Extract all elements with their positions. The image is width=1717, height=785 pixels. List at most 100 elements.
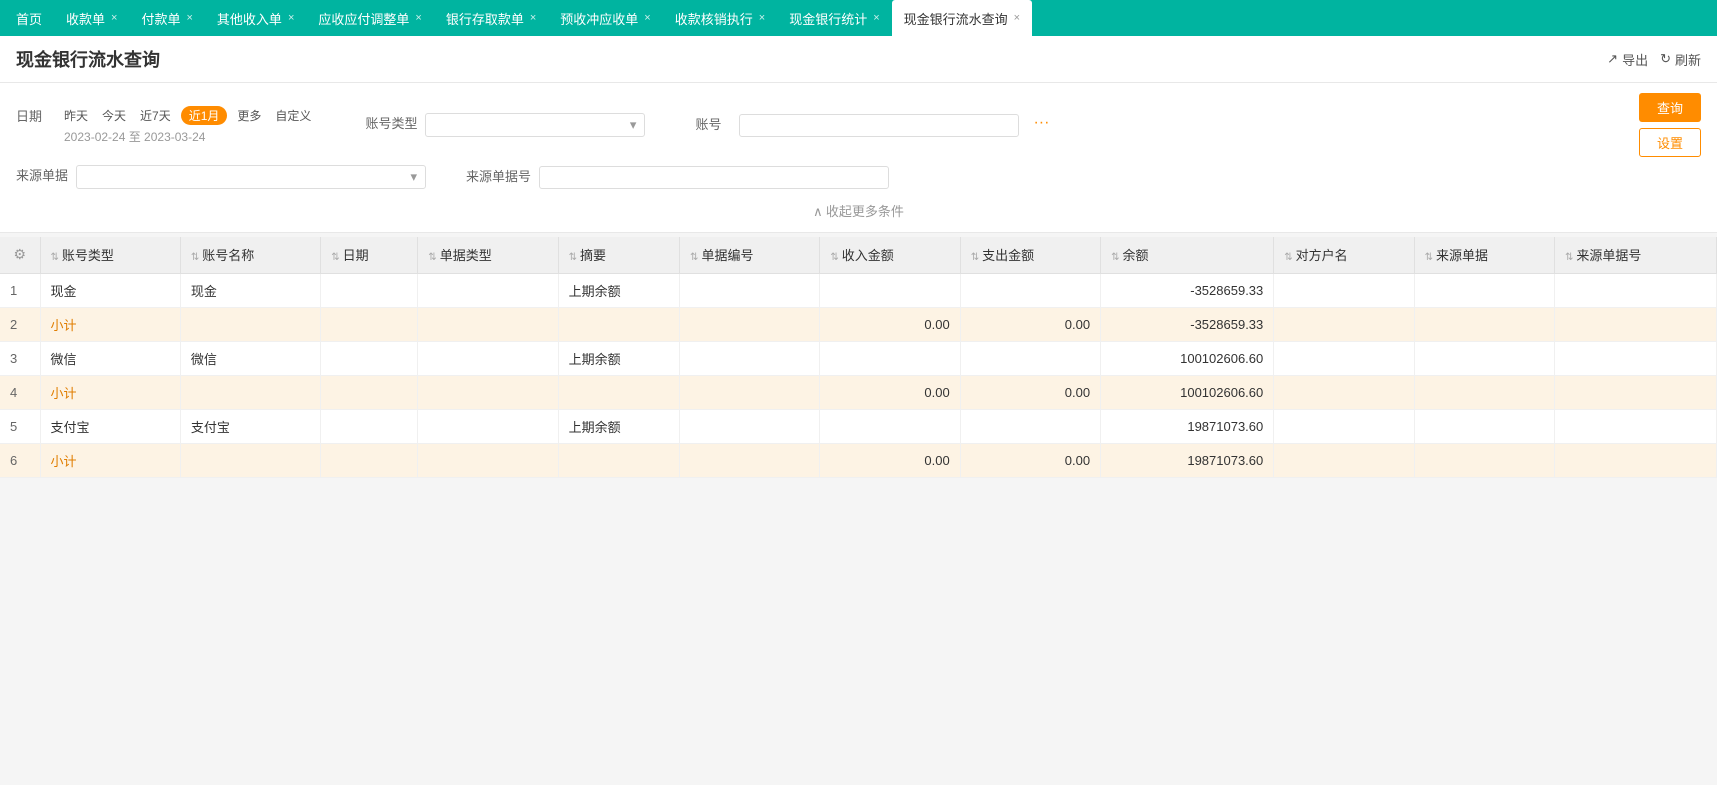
close-icon[interactable]: × [644, 12, 650, 24]
date-opt-7days[interactable]: 近7天 [136, 106, 175, 125]
date-filter-block: 日期 昨天 今天 近7天 近1月 更多 自定义 2023-02-24 至 202… [16, 106, 315, 145]
account-type-select[interactable]: ▾ [425, 113, 645, 137]
cell-summary: 上期余额 [558, 273, 679, 307]
date-opt-more[interactable]: 更多 [233, 106, 265, 125]
nav-item-other-income[interactable]: 其他收入单 × [205, 0, 306, 36]
date-opt-1month[interactable]: 近1月 [181, 106, 228, 125]
close-icon[interactable]: × [415, 12, 421, 24]
filter-area: 日期 昨天 今天 近7天 近1月 更多 自定义 2023-02-24 至 202… [0, 83, 1717, 233]
close-icon[interactable]: × [530, 12, 536, 24]
cell-doc-num [680, 341, 820, 375]
page-title: 现金银行流水查询 [16, 46, 160, 72]
cell-doc-type [418, 443, 558, 477]
cell-expense: 0.00 [960, 307, 1100, 341]
query-button[interactable]: 查询 [1639, 93, 1701, 122]
cell-account-name [180, 375, 320, 409]
cell-doc-num [680, 375, 820, 409]
close-icon[interactable]: × [1014, 12, 1020, 24]
cell-balance: 100102606.60 [1101, 341, 1274, 375]
refresh-icon: ↻ [1660, 51, 1671, 67]
col-expense: ⇅支出金额 [960, 237, 1100, 273]
account-type-filter-block: 账号类型 ▾ [365, 113, 645, 137]
col-account-name: ⇅账号名称 [180, 237, 320, 273]
nav-item-payment[interactable]: 付款单 × [129, 0, 204, 36]
nav-item-ar-ap-adjust[interactable]: 应收应付调整单 × [306, 0, 433, 36]
cell-source-doc [1414, 273, 1554, 307]
account-type-label: 账号类型 [365, 113, 417, 132]
cell-doc-num [680, 443, 820, 477]
cell-date [321, 409, 418, 443]
date-opt-yesterday[interactable]: 昨天 [60, 106, 92, 125]
cell-balance: 19871073.60 [1101, 409, 1274, 443]
col-balance: ⇅余额 [1101, 237, 1274, 273]
cell-summary: 上期余额 [558, 341, 679, 375]
close-icon[interactable]: × [111, 12, 117, 24]
cell-counterpart [1274, 273, 1414, 307]
cell-counterpart [1274, 375, 1414, 409]
nav-item-receipt[interactable]: 收款单 × [54, 0, 129, 36]
gear-icon[interactable]: ⚙ [13, 246, 26, 262]
account-input[interactable] [739, 114, 1019, 137]
cell-doc-type [418, 273, 558, 307]
date-opt-custom[interactable]: 自定义 [271, 106, 315, 125]
table-row: 3微信微信上期余额100102606.60 [0, 341, 1717, 375]
filter-row-2: 来源单据 ▾ 来源单据号 [16, 165, 1701, 189]
cell-source-doc [1414, 409, 1554, 443]
cell-counterpart [1274, 307, 1414, 341]
cell-doc-type [418, 409, 558, 443]
nav-item-cash-bank-flow[interactable]: 现金银行流水查询 × [892, 0, 1032, 36]
cell-account-name: 现金 [180, 273, 320, 307]
col-gear: ⚙ [0, 237, 40, 273]
row-number: 3 [0, 341, 40, 375]
settings-button[interactable]: 设置 [1639, 128, 1701, 157]
cell-balance: 100102606.60 [1101, 375, 1274, 409]
cell-account-type: 微信 [40, 341, 180, 375]
col-source-doc-num: ⇅来源单据号 [1554, 237, 1716, 273]
nav-item-prepay-offset[interactable]: 预收冲应收单 × [548, 0, 662, 36]
cell-summary [558, 307, 679, 341]
cell-counterpart [1274, 341, 1414, 375]
source-doc-value [85, 170, 89, 185]
source-doc-num-input[interactable] [539, 166, 889, 189]
cell-account-type: 小计 [40, 307, 180, 341]
export-icon: ↗ [1607, 51, 1618, 67]
row-number: 5 [0, 409, 40, 443]
more-dots-icon[interactable]: ··· [1033, 114, 1049, 132]
refresh-button[interactable]: ↻ 刷新 [1660, 50, 1701, 69]
nav-item-bank-deposit[interactable]: 银行存取款单 × [434, 0, 548, 36]
table-row: 4小计0.000.00100102606.60 [0, 375, 1717, 409]
source-doc-select[interactable]: ▾ [76, 165, 426, 189]
page-header: 现金银行流水查询 ↗ 导出 ↻ 刷新 [0, 36, 1717, 83]
nav-item-collection-exec[interactable]: 收款核销执行 × [663, 0, 777, 36]
cell-source-doc-num [1554, 341, 1716, 375]
cell-income: 0.00 [820, 443, 960, 477]
date-label: 日期 [16, 106, 52, 125]
cell-source-doc-num [1554, 273, 1716, 307]
cell-income: 0.00 [820, 307, 960, 341]
cell-source-doc [1414, 375, 1554, 409]
col-counterpart: ⇅对方户名 [1274, 237, 1414, 273]
cell-expense [960, 409, 1100, 443]
close-icon[interactable]: × [759, 12, 765, 24]
cell-summary: 上期余额 [558, 409, 679, 443]
close-icon[interactable]: × [288, 12, 294, 24]
nav-item-cash-bank-stats[interactable]: 现金银行统计 × [777, 0, 891, 36]
date-opt-today[interactable]: 今天 [98, 106, 130, 125]
source-doc-num-label: 来源单据号 [466, 166, 531, 185]
source-doc-num-filter-block: 来源单据号 [466, 166, 889, 189]
source-doc-filter-block: 来源单据 ▾ [16, 165, 426, 189]
table-header-row: ⚙ ⇅账号类型 ⇅账号名称 ⇅日期 ⇅单据类型 ⇅摘要 ⇅单据编号 ⇅收入金额 … [0, 237, 1717, 273]
cell-date [321, 307, 418, 341]
close-icon[interactable]: × [873, 12, 879, 24]
nav-item-home[interactable]: 首页 [4, 0, 54, 36]
cell-source-doc-num [1554, 375, 1716, 409]
collapse-bar[interactable]: ∧ 收起更多条件 [16, 197, 1701, 226]
cell-source-doc [1414, 341, 1554, 375]
col-account-type: ⇅账号类型 [40, 237, 180, 273]
close-icon[interactable]: × [186, 12, 192, 24]
cell-source-doc [1414, 443, 1554, 477]
cell-income [820, 341, 960, 375]
export-button[interactable]: ↗ 导出 [1607, 50, 1648, 69]
row-number: 1 [0, 273, 40, 307]
col-doc-type: ⇅单据类型 [418, 237, 558, 273]
